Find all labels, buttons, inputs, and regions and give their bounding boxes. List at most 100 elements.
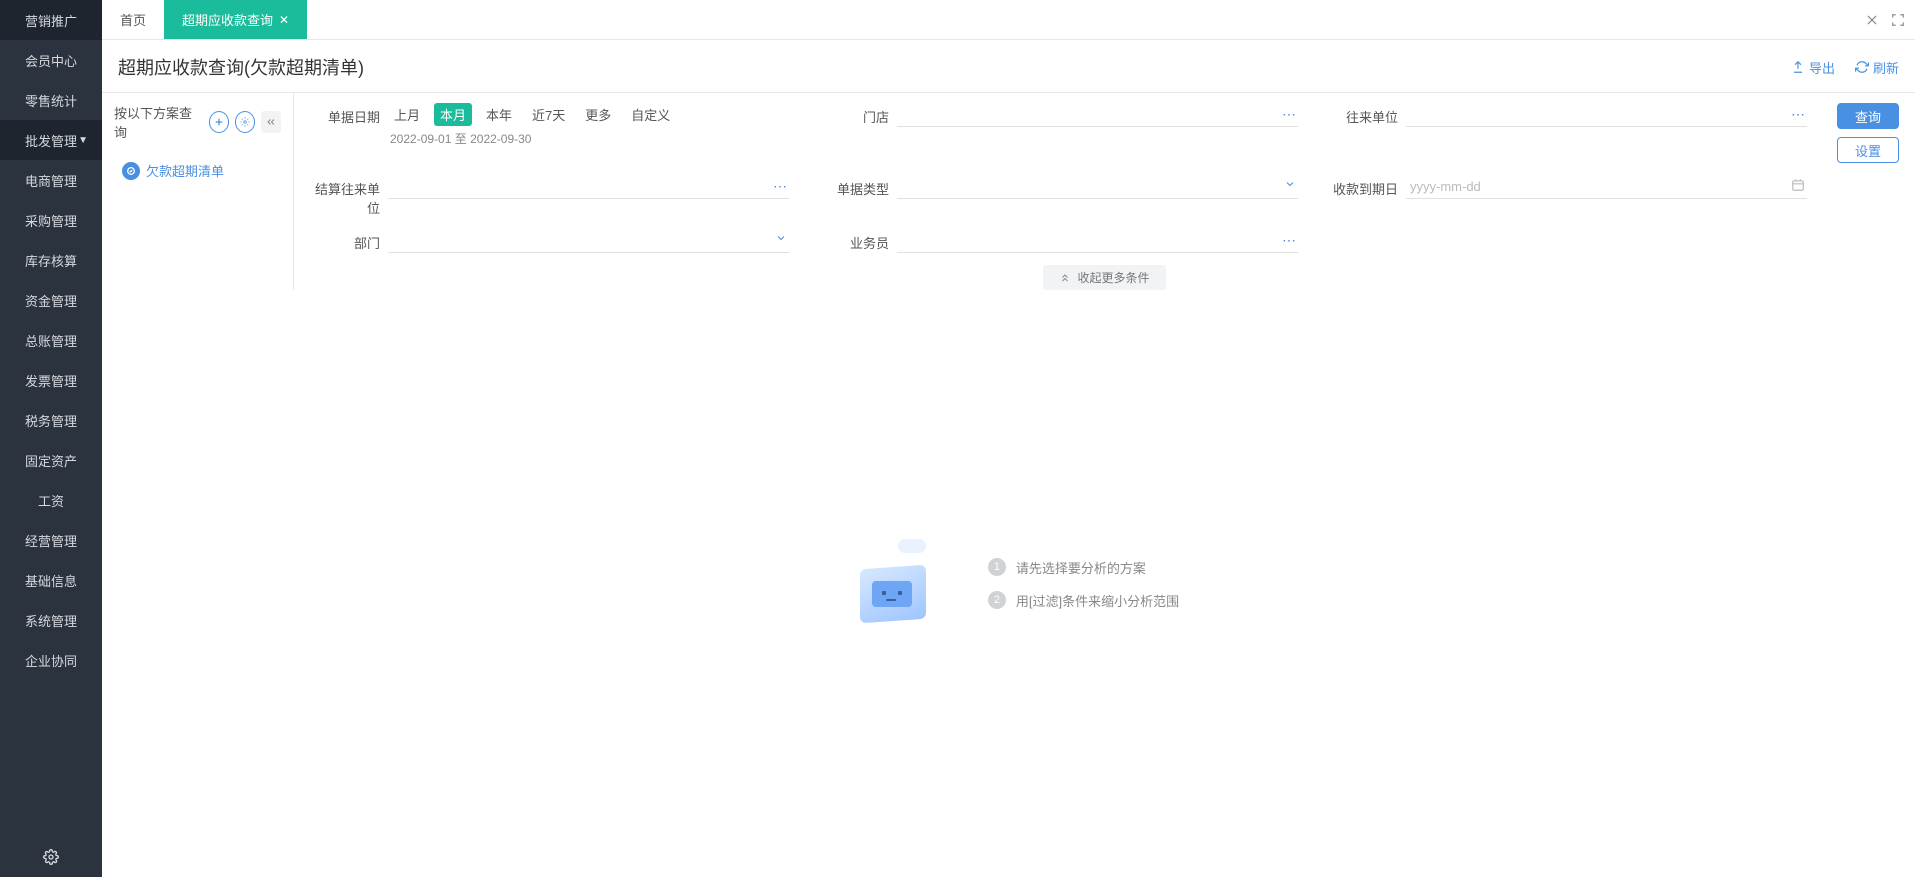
action-label: 刷新 [1873,58,1899,77]
settings-button[interactable]: 设置 [1837,137,1899,163]
filter-settle-partner: 结算往来单位 ⋯ [310,175,789,217]
lookup-icon[interactable]: ⋯ [773,178,787,195]
sidebar-item-basic-info[interactable]: 基础信息 [0,560,102,600]
lookup-icon[interactable]: ⋯ [1282,106,1296,123]
action-label: 导出 [1809,58,1835,77]
chip-this-year[interactable]: 本年 [480,103,518,126]
sidebar-item-purchase[interactable]: 采购管理 [0,200,102,240]
main: 首页 超期应收款查询 ✕ 超期应收款查询(欠款超期清单) 导出 [102,0,1915,877]
sidebar-item-fixed-asset[interactable]: 固定资产 [0,440,102,480]
scheme-settings-button[interactable] [235,111,255,133]
collapse-label: 收起更多条件 [1077,269,1149,286]
empty-state: 1 请先选择要分析的方案 2 用[过滤]条件来缩小分析范围 [838,529,1179,639]
doc-type-select[interactable] [897,175,1298,199]
sidebar-item-label: 批发管理 [25,131,77,150]
sidebar-item-wholesale[interactable]: 批发管理▼ [0,120,102,160]
close-icon[interactable]: ✕ [279,13,289,27]
empty-illustration [838,529,958,639]
lookup-icon[interactable]: ⋯ [1791,106,1805,123]
sidebar-item-member[interactable]: 会员中心 [0,40,102,80]
filter-dept: 部门 [310,229,789,253]
sidebar-item-label: 企业协同 [25,651,77,670]
refresh-button[interactable]: 刷新 [1855,58,1899,77]
sidebar-settings-button[interactable] [0,837,102,877]
dept-select[interactable] [388,229,789,253]
step-text: 请先选择要分析的方案 [1016,558,1146,577]
title-row: 超期应收款查询(欠款超期清单) 导出 刷新 [102,40,1915,92]
sidebar-item-label: 经营管理 [25,531,77,550]
sidebar-item-label: 营销推广 [25,11,77,30]
filter-label: 门店 [819,103,897,126]
lookup-icon[interactable]: ⋯ [1282,232,1296,249]
chip-custom[interactable]: 自定义 [625,103,676,126]
settle-partner-input[interactable] [388,175,789,199]
sidebar-item-label: 工资 [38,491,64,510]
filter-area: 按以下方案查询 欠款超期清单 [102,92,1915,290]
sidebar-item-retail-stats[interactable]: 零售统计 [0,80,102,120]
sidebar-item-label: 零售统计 [25,91,77,110]
refresh-icon [1855,60,1869,74]
filter-label: 单据日期 [310,103,388,126]
sidebar-item-label: 固定资产 [25,451,77,470]
sidebar-item-label: 税务管理 [25,411,77,430]
step-number-badge: 2 [988,591,1006,609]
chip-more[interactable]: 更多 [579,103,617,126]
expand-icon [1891,13,1905,27]
sidebar-item-label: 库存核算 [25,251,77,270]
tab-home[interactable]: 首页 [102,0,164,39]
tab-overdue-query[interactable]: 超期应收款查询 ✕ [164,0,307,39]
sidebar-item-salary[interactable]: 工资 [0,480,102,520]
chevron-down-icon[interactable] [775,232,787,244]
filter-store: 门店 ⋯ [819,103,1298,127]
filter-label: 往来单位 [1328,103,1406,126]
chip-last-7d[interactable]: 近7天 [526,103,571,126]
sidebar-item-label: 电商管理 [25,171,77,190]
sidebar-item-funds[interactable]: 资金管理 [0,280,102,320]
tab-label: 首页 [120,10,146,29]
fullscreen-button[interactable] [1891,13,1905,27]
sidebar-item-enterprise[interactable]: 企业协同 [0,640,102,680]
chip-last-month[interactable]: 上月 [388,103,426,126]
step-text: 用[过滤]条件来缩小分析范围 [1016,591,1179,610]
filter-partner: 往来单位 ⋯ [1328,103,1807,127]
query-button[interactable]: 查询 [1837,103,1899,129]
scheme-badge-icon [122,162,140,180]
scheme-item-label: 欠款超期清单 [146,161,224,180]
sidebar-item-ecommerce[interactable]: 电商管理 [0,160,102,200]
empty-step-1: 1 请先选择要分析的方案 [988,558,1179,577]
gear-icon [43,849,59,865]
partner-input[interactable] [1406,103,1807,127]
step-number-badge: 1 [988,558,1006,576]
close-all-tabs-button[interactable] [1865,13,1879,27]
due-date-input[interactable] [1406,175,1807,199]
collapse-scheme-button[interactable] [261,111,281,133]
scheme-item-overdue[interactable]: 欠款超期清单 [102,151,293,190]
date-chips: 上月 本月 本年 近7天 更多 自定义 [388,103,789,126]
chevron-down-icon[interactable] [1284,178,1296,190]
date-range-display: 2022-09-01 至 2022-09-30 [388,130,789,147]
sidebar-item-invoice[interactable]: 发票管理 [0,360,102,400]
sidebar-item-inventory[interactable]: 库存核算 [0,240,102,280]
salesman-input[interactable] [897,229,1298,253]
sidebar-item-marketing[interactable]: 营销推广 [0,0,102,40]
sidebar-item-label: 发票管理 [25,371,77,390]
sidebar-item-operation[interactable]: 经营管理 [0,520,102,560]
calendar-icon[interactable] [1791,178,1805,192]
sidebar-item-label: 系统管理 [25,611,77,630]
chip-this-month[interactable]: 本月 [434,103,472,126]
sidebar-item-system[interactable]: 系统管理 [0,600,102,640]
collapse-conditions-button[interactable]: 收起更多条件 [1043,265,1165,290]
scheme-panel: 按以下方案查询 欠款超期清单 [102,93,294,290]
scheme-header-label: 按以下方案查询 [114,103,197,141]
filter-grid: 单据日期 上月 本月 本年 近7天 更多 自定义 2022- [294,93,1915,290]
filter-due-date: 收款到期日 [1328,175,1807,199]
export-button[interactable]: 导出 [1791,58,1835,77]
filter-label: 业务员 [819,229,897,252]
sidebar: 营销推广 会员中心 零售统计 批发管理▼ 电商管理 采购管理 库存核算 资金管理… [0,0,102,877]
filter-label: 结算往来单位 [310,175,388,217]
collapse-bar: 收起更多条件 [310,265,1899,290]
store-input[interactable] [897,103,1298,127]
sidebar-item-tax[interactable]: 税务管理 [0,400,102,440]
sidebar-item-ledger[interactable]: 总账管理 [0,320,102,360]
add-scheme-button[interactable] [209,111,229,133]
